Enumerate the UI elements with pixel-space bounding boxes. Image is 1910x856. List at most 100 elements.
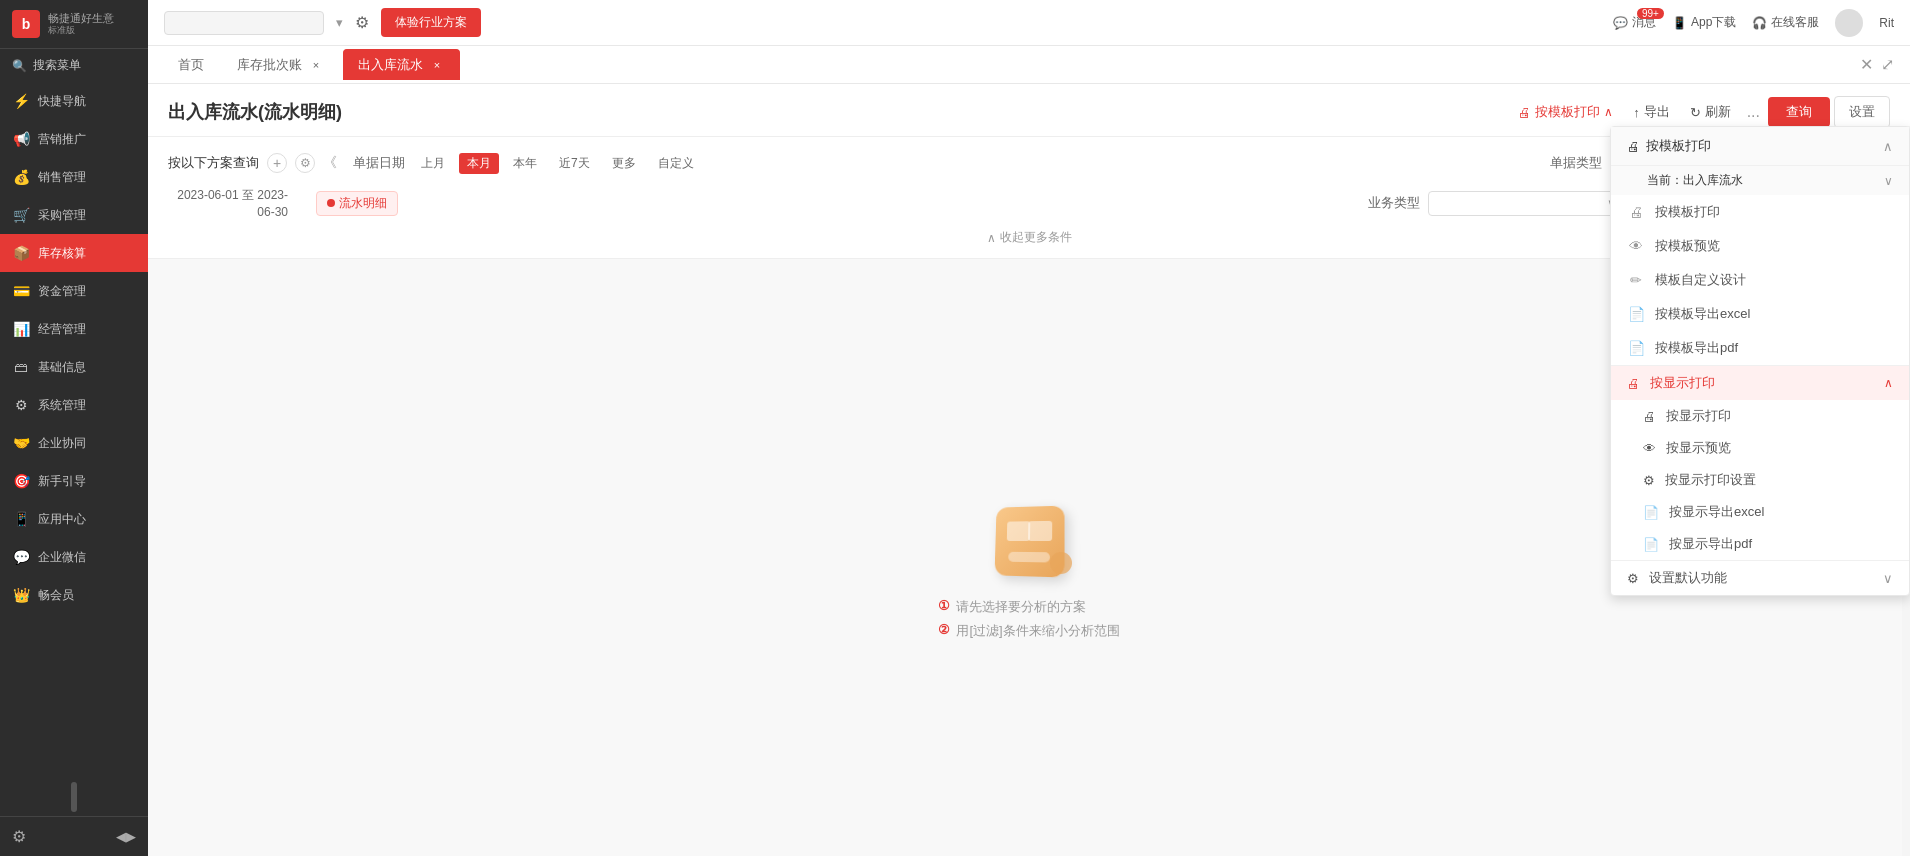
sidebar-item-operations[interactable]: 📊 经营管理: [0, 310, 148, 348]
marketing-icon: 📢: [12, 130, 30, 148]
template-custom-icon: ✏: [1627, 272, 1645, 288]
date-option-custom[interactable]: 自定义: [650, 153, 702, 174]
dropdown-item-display-settings[interactable]: ⚙ 按显示打印设置: [1611, 464, 1909, 496]
filter-add-button[interactable]: +: [267, 153, 287, 173]
trial-button[interactable]: 体验行业方案: [381, 8, 481, 37]
sidebar: b 畅捷通好生意 标准版 🔍 搜索菜单 ⚡ 快捷导航 📢 营销推广 💰: [0, 0, 148, 856]
dropdown-item-template-export-excel[interactable]: 📄 按模板导出excel: [1611, 297, 1909, 331]
refresh-button[interactable]: ↻ 刷新: [1682, 99, 1739, 125]
top-bar-search-input[interactable]: [164, 11, 324, 35]
close-window-button[interactable]: ✕: [1860, 55, 1873, 74]
dropdown-item-template-custom[interactable]: ✏ 模板自定义设计: [1611, 263, 1909, 297]
sidebar-item-purchase[interactable]: 🛒 采购管理: [0, 196, 148, 234]
filter-tag-dot: [327, 199, 335, 207]
display-export-pdf-icon: 📄: [1643, 537, 1659, 552]
dropdown-item-display-export-pdf[interactable]: 📄 按显示导出pdf: [1611, 528, 1909, 560]
enterprise-wx-icon: 💬: [12, 548, 30, 566]
sidebar-item-beginner[interactable]: 🎯 新手引导: [0, 462, 148, 500]
template-preview-icon: 👁: [1627, 238, 1645, 254]
content-area: 出入库流水(流水明细) 🖨 按模板打印 ∧ ↑ 导出 ↻ 刷新: [148, 84, 1910, 856]
filter-query-label: 按以下方案查询 + ⚙ 《: [168, 153, 337, 173]
tab-inventory-batch[interactable]: 库存批次账 ×: [222, 49, 339, 80]
sidebar-scrollbar-thumb: [71, 782, 77, 812]
sidebar-item-finance[interactable]: 💳 资金管理: [0, 272, 148, 310]
date-option-7days[interactable]: 近7天: [551, 153, 598, 174]
template-export-pdf-icon: 📄: [1627, 340, 1645, 356]
sidebar-item-quick-nav[interactable]: ⚡ 快捷导航: [0, 82, 148, 120]
filter-collapse-button[interactable]: 《: [323, 154, 337, 172]
enterprise-co-icon: 🤝: [12, 434, 30, 452]
logo-icon: b: [12, 10, 40, 38]
sidebar-settings-icon[interactable]: ⚙: [12, 827, 26, 846]
sidebar-item-inventory[interactable]: 📦 库存核算: [0, 234, 148, 272]
date-option-year[interactable]: 本年: [505, 153, 545, 174]
search-menu[interactable]: 🔍 搜索菜单: [0, 49, 148, 82]
sidebar-item-enterprise-wx[interactable]: 💬 企业微信: [0, 538, 148, 576]
print-button[interactable]: 🖨 按模板打印 ∧: [1510, 99, 1621, 125]
sidebar-item-membership[interactable]: 👑 畅会员: [0, 576, 148, 614]
logo-text: 畅捷通好生意 标准版: [48, 11, 114, 37]
top-bar-gear-icon[interactable]: ⚙: [355, 13, 369, 32]
tab-home[interactable]: 首页: [164, 50, 218, 80]
username-label[interactable]: Rit: [1879, 16, 1894, 30]
export-button[interactable]: ↑ 导出: [1625, 99, 1678, 125]
display-print-section-icon: 🖨: [1627, 376, 1640, 391]
print-chevron-up-icon[interactable]: ∧: [1604, 105, 1613, 119]
online-service-button[interactable]: 🎧 在线客服: [1752, 14, 1819, 31]
empty-state-illustration: [969, 476, 1089, 586]
inventory-icon: 📦: [12, 244, 30, 262]
sidebar-item-enterprise-co[interactable]: 🤝 企业协同: [0, 424, 148, 462]
date-option-current-month[interactable]: 本月: [459, 153, 499, 174]
collapse-icon: ∧: [987, 231, 996, 245]
more-options-button[interactable]: ...: [1743, 103, 1764, 121]
sidebar-logo: b 畅捷通好生意 标准版: [0, 0, 148, 49]
dropdown-item-display-export-excel[interactable]: 📄 按显示导出excel: [1611, 496, 1909, 528]
expand-window-button[interactable]: ⤢: [1881, 55, 1894, 74]
dropdown-header-arrow[interactable]: ∧: [1883, 139, 1893, 154]
tab-inout-flow-close[interactable]: ×: [429, 57, 445, 73]
date-option-last-month[interactable]: 上月: [413, 153, 453, 174]
query-button[interactable]: 查询: [1768, 97, 1830, 127]
sidebar-item-sales[interactable]: 💰 销售管理: [0, 158, 148, 196]
current-template-item[interactable]: 当前：出入库流水 ∨: [1611, 166, 1909, 195]
dropdown-item-template-print[interactable]: 🖨 按模板打印: [1611, 195, 1909, 229]
top-bar-right: 💬 消息 99+ 📱 App下载 🎧 在线客服 Rit: [1613, 9, 1894, 37]
dropdown-footer[interactable]: ⚙ 设置默认功能 ∨: [1611, 560, 1909, 595]
date-option-more[interactable]: 更多: [604, 153, 644, 174]
empty-state-steps: ① 请先选择要分析的方案 ② 用[过滤]条件来缩小分析范围: [938, 598, 1119, 640]
main-area: ▾ ⚙ 体验行业方案 💬 消息 99+ 📱 App下载 🎧 在线客服: [148, 0, 1910, 856]
sidebar-item-marketing[interactable]: 📢 营销推广: [0, 120, 148, 158]
message-button[interactable]: 💬 消息 99+: [1613, 14, 1656, 31]
user-avatar[interactable]: [1835, 9, 1863, 37]
display-export-excel-icon: 📄: [1643, 505, 1659, 520]
message-icon: 💬: [1613, 16, 1628, 30]
dropdown-section-arrow[interactable]: ∧: [1884, 376, 1893, 390]
dropdown-item-template-export-pdf[interactable]: 📄 按模板导出pdf: [1611, 331, 1909, 365]
step2-num: ②: [938, 622, 950, 637]
dropdown-section-title: 🖨 按显示打印: [1627, 374, 1715, 392]
sidebar-collapse-icon[interactable]: ◀▶: [116, 829, 136, 844]
display-preview-icon: 👁: [1643, 441, 1656, 456]
template-print-icon: 🖨: [1627, 204, 1645, 220]
dropdown-section-header[interactable]: 🖨 按显示打印 ∧: [1611, 366, 1909, 400]
sidebar-item-app-center[interactable]: 📱 应用中心: [0, 500, 148, 538]
sidebar-bottom: ⚙ ◀▶: [0, 816, 148, 856]
app-center-icon: 📱: [12, 510, 30, 528]
app-download-button[interactable]: 📱 App下载: [1672, 14, 1736, 31]
sidebar-item-basic[interactable]: 🗃 基础信息: [0, 348, 148, 386]
top-bar-chevron-icon[interactable]: ▾: [336, 15, 343, 30]
filter-settings-button[interactable]: ⚙: [295, 153, 315, 173]
active-filter-tag: 流水明细: [316, 191, 398, 216]
dropdown-item-display-preview[interactable]: 👁 按显示预览: [1611, 432, 1909, 464]
settings-button[interactable]: 设置: [1834, 96, 1890, 128]
dropdown-item-template-preview[interactable]: 👁 按模板预览: [1611, 229, 1909, 263]
dropdown-item-display-print[interactable]: 🖨 按显示打印: [1611, 400, 1909, 432]
dropdown-menu: 🖨 按模板打印 ∧ 当前：出入库流水 ∨ 🖨 按模板打印: [1610, 126, 1910, 596]
window-controls: ✕ ⤢: [1860, 55, 1894, 74]
sidebar-item-system[interactable]: ⚙ 系统管理: [0, 386, 148, 424]
tab-inout-flow[interactable]: 出入库流水 ×: [343, 49, 460, 80]
business-type-select[interactable]: ∨: [1428, 191, 1628, 216]
tab-inventory-batch-close[interactable]: ×: [308, 57, 324, 73]
page-title: 出入库流水(流水明细): [168, 100, 342, 124]
search-icon: 🔍: [12, 59, 27, 73]
